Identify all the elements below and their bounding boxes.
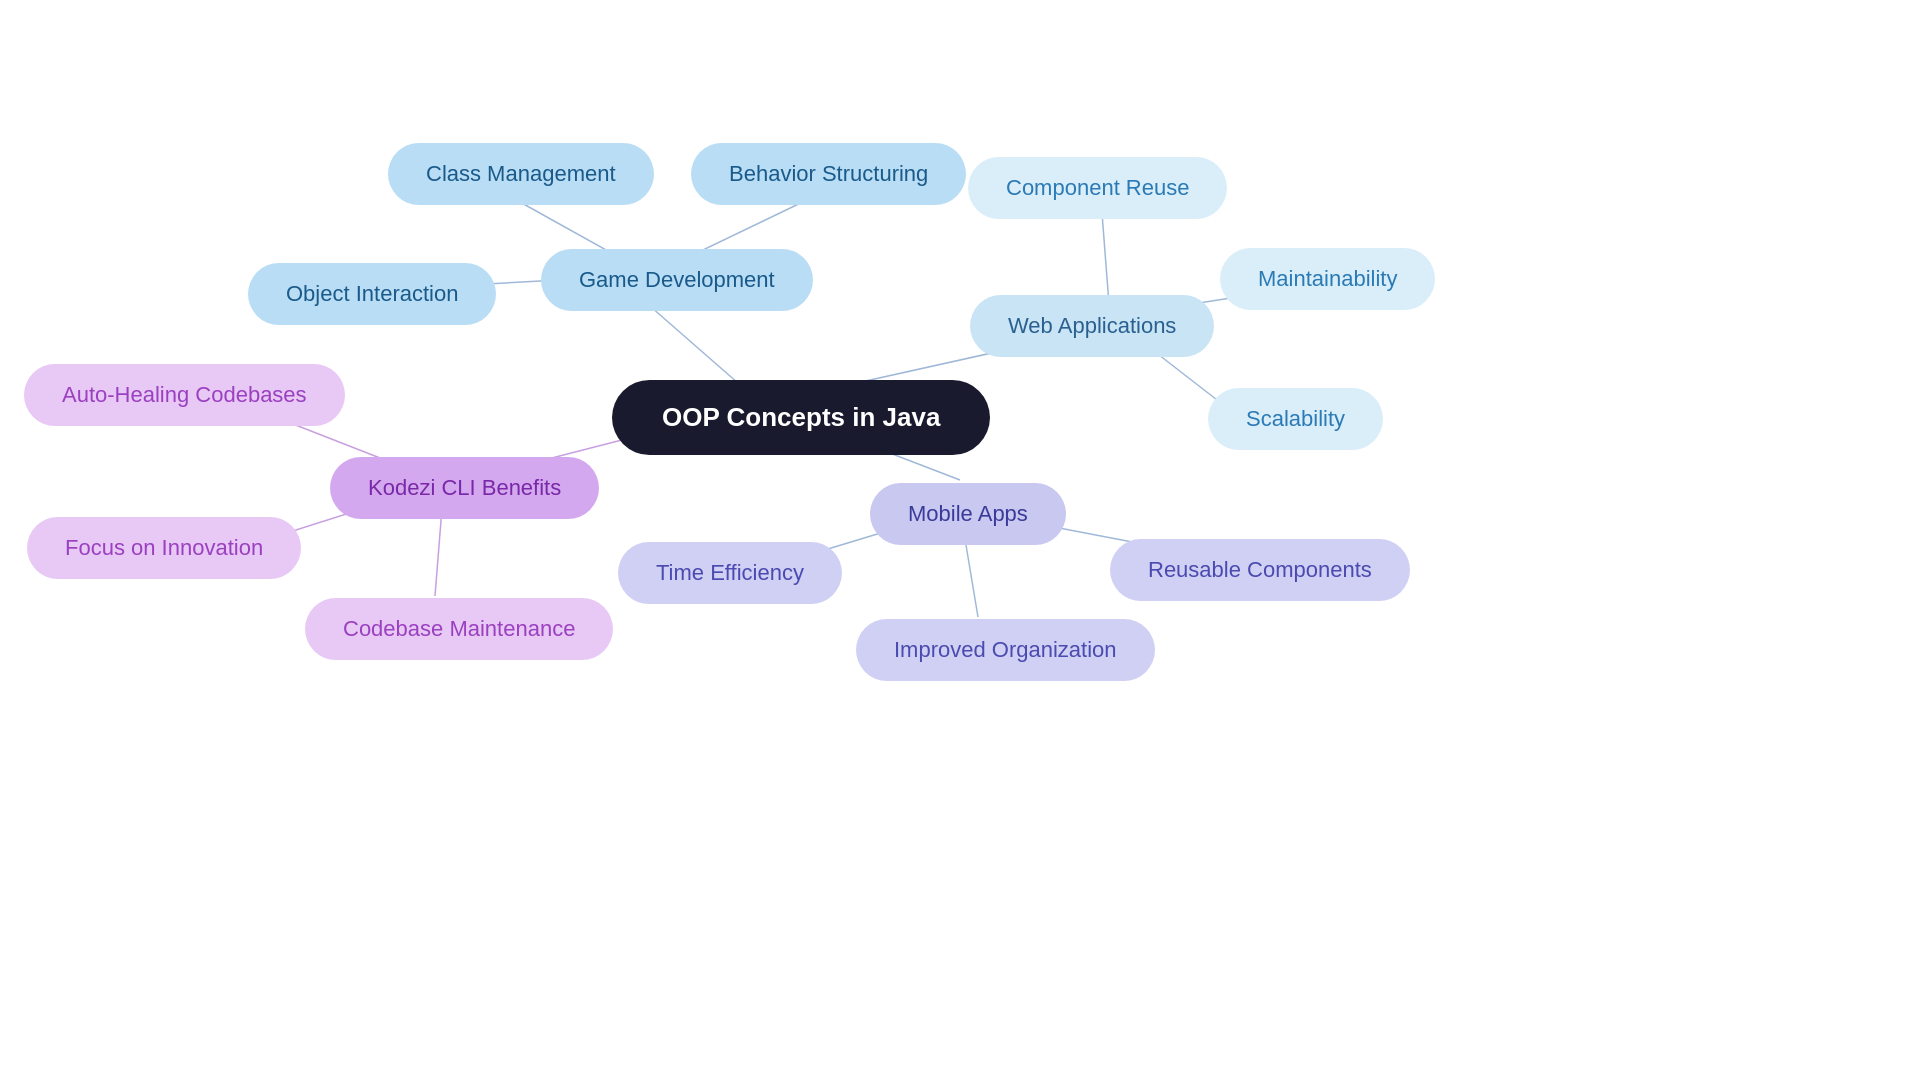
- game-development-node[interactable]: Game Development: [541, 249, 813, 311]
- object-interaction-node[interactable]: Object Interaction: [248, 263, 496, 325]
- time-efficiency-node[interactable]: Time Efficiency: [618, 542, 842, 604]
- codebase-maintenance-node[interactable]: Codebase Maintenance: [305, 598, 613, 660]
- reusable-components-node[interactable]: Reusable Components: [1110, 539, 1410, 601]
- maintainability-node[interactable]: Maintainability: [1220, 248, 1435, 310]
- center-node[interactable]: OOP Concepts in Java: [612, 380, 990, 455]
- behavior-structuring-node[interactable]: Behavior Structuring: [691, 143, 966, 205]
- focus-on-innovation-node[interactable]: Focus on Innovation: [27, 517, 301, 579]
- kodezi-cli-benefits-node[interactable]: Kodezi CLI Benefits: [330, 457, 599, 519]
- component-reuse-node[interactable]: Component Reuse: [968, 157, 1227, 219]
- class-management-node[interactable]: Class Management: [388, 143, 654, 205]
- improved-organization-node[interactable]: Improved Organization: [856, 619, 1155, 681]
- web-applications-node[interactable]: Web Applications: [970, 295, 1214, 357]
- mobile-apps-node[interactable]: Mobile Apps: [870, 483, 1066, 545]
- scalability-node[interactable]: Scalability: [1208, 388, 1383, 450]
- auto-healing-codebases-node[interactable]: Auto-Healing Codebases: [24, 364, 345, 426]
